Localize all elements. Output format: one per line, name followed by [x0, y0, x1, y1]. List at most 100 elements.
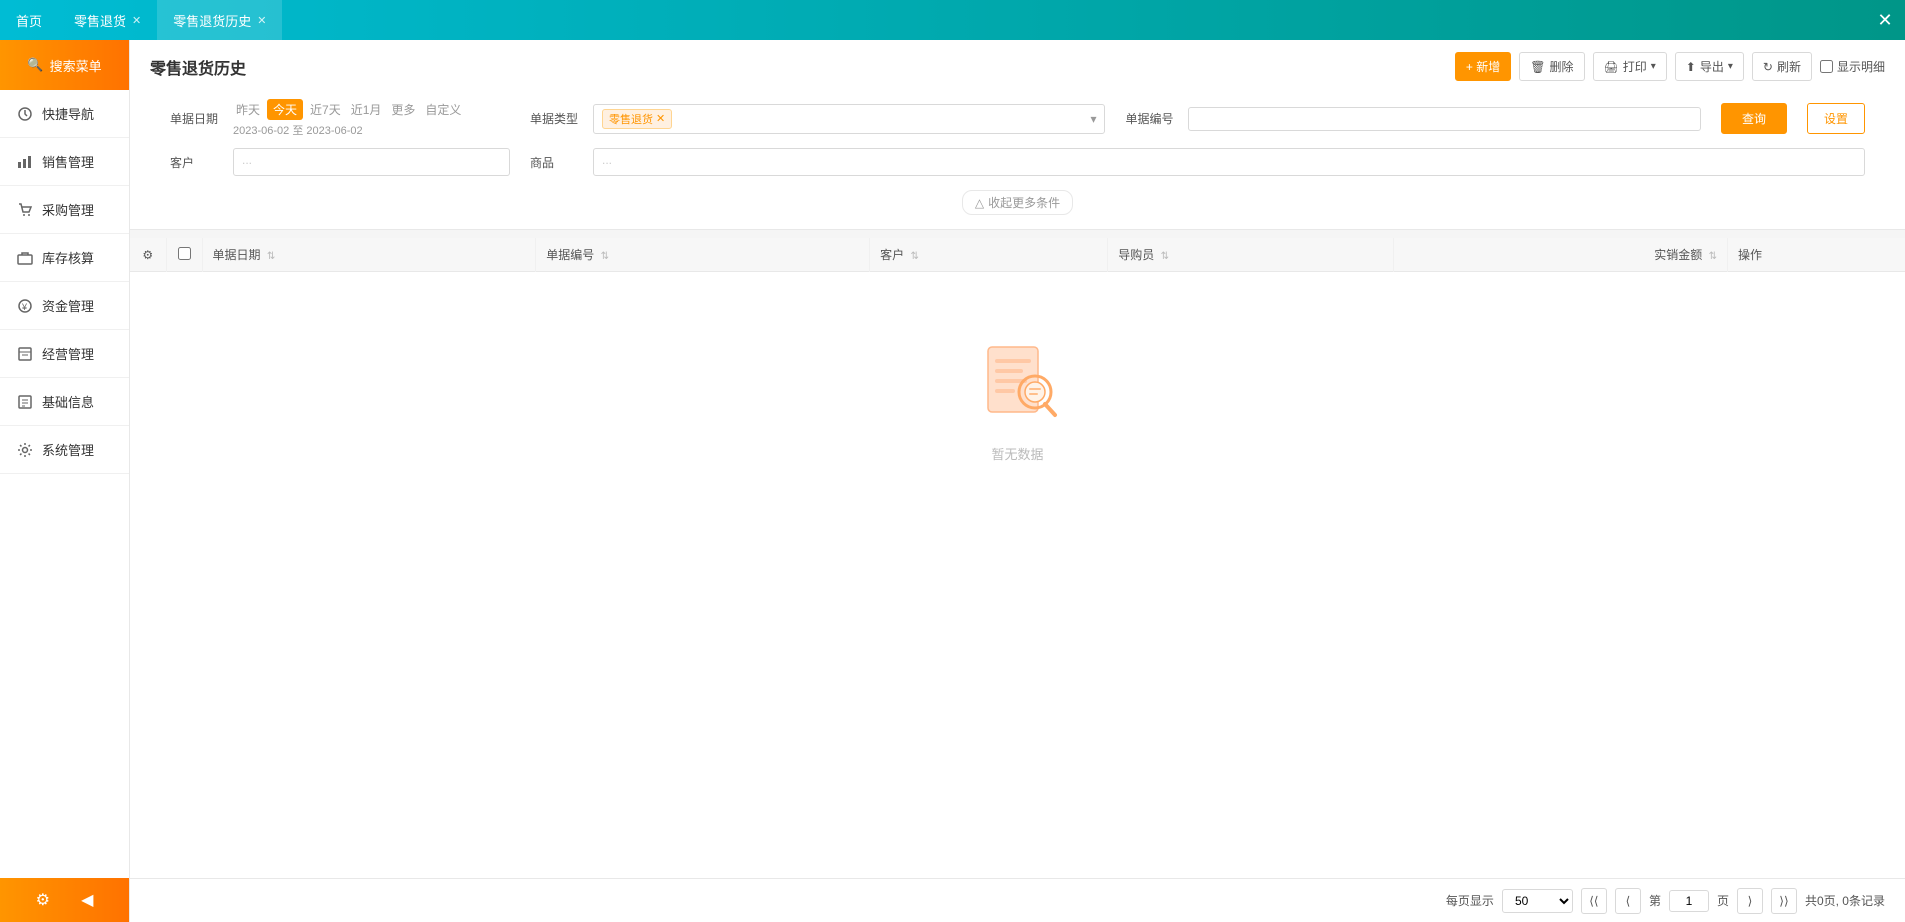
operations-icon: [16, 345, 34, 363]
show-detail-label: 显示明细: [1837, 58, 1885, 75]
page-size-select[interactable]: 50 10 20 100: [1502, 889, 1573, 913]
filter-doc-no: 单据编号: [1125, 107, 1700, 131]
last-page-button[interactable]: ⟩⟩: [1771, 888, 1797, 914]
sidebar-item-inventory-label: 库存核算: [42, 248, 94, 267]
th-doc-no-label: 单据编号: [546, 248, 594, 262]
basic-info-icon: [16, 393, 34, 411]
settings-button[interactable]: 设置: [1807, 103, 1865, 134]
th-action-label: 操作: [1738, 248, 1762, 262]
customer-label: 客户: [170, 154, 225, 171]
collapse-button[interactable]: △ 收起更多条件: [962, 190, 1073, 215]
show-detail-checkbox[interactable]: 显示明细: [1820, 58, 1885, 75]
th-doc-no[interactable]: 单据编号 ⇅: [536, 238, 870, 272]
collapse-sidebar-icon[interactable]: ◀: [81, 890, 93, 910]
query-button[interactable]: 查询: [1721, 103, 1787, 134]
sidebar-item-operations-label: 经营管理: [42, 344, 94, 363]
svg-text:¥: ¥: [21, 302, 28, 312]
sidebar-search[interactable]: 🔍 搜索菜单: [0, 40, 129, 90]
date-shortcut-custom[interactable]: 自定义: [422, 99, 464, 120]
th-date-label: 单据日期: [213, 248, 261, 262]
system-icon: [16, 441, 34, 459]
filter-row-1: 单据日期 昨天 今天 近7天 近1月 更多 自定义 2023-06-02 至 2…: [170, 99, 1865, 138]
page-header: 零售退货历史 + 新增 🗑 删除 🖨 打印 ▾ ⬆: [130, 40, 1905, 230]
tab-home[interactable]: 首页: [0, 0, 58, 40]
th-action: 操作: [1728, 238, 1905, 272]
filter-customer: 客户 ...: [170, 148, 510, 176]
print-button[interactable]: 🖨 打印 ▾: [1593, 52, 1667, 81]
date-shortcut-yesterday[interactable]: 昨天: [233, 99, 263, 120]
query-button-label: 查询: [1742, 110, 1766, 127]
doc-type-tag-close[interactable]: ✕: [656, 112, 665, 125]
settings-gear-icon[interactable]: ⚙: [36, 890, 50, 910]
date-shortcut-last1m[interactable]: 近1月: [348, 99, 385, 120]
th-amount[interactable]: 实销金额 ⇅: [1394, 238, 1728, 272]
top-tabs: 首页 零售退货 ✕ 零售退货历史 ✕: [0, 0, 1865, 40]
sidebar-item-purchase-label: 采购管理: [42, 200, 94, 219]
export-button-label: 导出: [1700, 58, 1724, 75]
th-guide-sort-icon: ⇅: [1161, 251, 1169, 262]
next-page-button[interactable]: ⟩: [1737, 888, 1763, 914]
delete-button[interactable]: 🗑 删除: [1519, 52, 1584, 81]
empty-state: 暂无数据: [130, 272, 1905, 523]
th-settings[interactable]: ⚙: [130, 238, 166, 272]
goods-placeholder: ...: [602, 153, 612, 167]
filter-row-2: 客户 ... 商品 ...: [170, 148, 1865, 176]
show-detail-input[interactable]: [1820, 60, 1833, 73]
delete-icon: 🗑: [1530, 60, 1545, 74]
tab-retail-return-close[interactable]: ✕: [132, 14, 141, 27]
collapse-button-label: 收起更多条件: [988, 194, 1060, 211]
date-shortcut-last7[interactable]: 近7天: [307, 99, 344, 120]
tab-retail-return-history-label: 零售退货历史: [173, 11, 251, 30]
tab-retail-return-history[interactable]: 零售退货历史 ✕: [157, 0, 282, 40]
top-bar: 首页 零售退货 ✕ 零售退货历史 ✕ ✕: [0, 0, 1905, 40]
filter-area: 单据日期 昨天 今天 近7天 近1月 更多 自定义 2023-06-02 至 2…: [150, 89, 1885, 229]
doc-no-label: 单据编号: [1125, 110, 1180, 127]
doc-type-select[interactable]: 零售退货 ✕ ▾: [593, 104, 1105, 134]
th-checkbox[interactable]: [166, 238, 202, 272]
goods-input[interactable]: ...: [593, 148, 1865, 176]
th-customer[interactable]: 客户 ⇅: [870, 238, 1108, 272]
sidebar-item-purchase[interactable]: 采购管理: [0, 186, 129, 234]
date-filter-label: 单据日期: [170, 110, 225, 127]
date-shortcut-more[interactable]: 更多: [388, 99, 418, 120]
sidebar-item-system[interactable]: 系统管理: [0, 426, 129, 474]
column-settings-icon[interactable]: ⚙: [142, 248, 153, 262]
inventory-icon: [16, 249, 34, 267]
sales-icon: [16, 153, 34, 171]
sidebar-item-sales[interactable]: 销售管理: [0, 138, 129, 186]
customer-input[interactable]: ...: [233, 148, 510, 176]
print-button-label: 打印: [1623, 58, 1647, 75]
th-customer-sort-icon: ⇅: [910, 251, 918, 262]
doc-no-input[interactable]: [1188, 107, 1700, 131]
sidebar-item-operations[interactable]: 经营管理: [0, 330, 129, 378]
date-shortcut-today[interactable]: 今天: [267, 99, 303, 120]
th-guide[interactable]: 导购员 ⇅: [1108, 238, 1394, 272]
sidebar-item-finance[interactable]: ¥ 资金管理: [0, 282, 129, 330]
sidebar-item-inventory[interactable]: 库存核算: [0, 234, 129, 282]
page-number-input[interactable]: [1669, 890, 1709, 912]
date-shortcuts: 昨天 今天 近7天 近1月 更多 自定义: [233, 99, 464, 120]
prev-page-button[interactable]: ⟨: [1615, 888, 1641, 914]
data-table: ⚙ 单据日期 ⇅ 单据编号 ⇅: [130, 238, 1905, 272]
window-close-button[interactable]: ✕: [1865, 0, 1905, 40]
sidebar-item-basic-info[interactable]: 基础信息: [0, 378, 129, 426]
tab-retail-return-history-close[interactable]: ✕: [257, 14, 266, 27]
th-guide-label: 导购员: [1118, 248, 1154, 262]
new-button[interactable]: + 新增: [1455, 52, 1511, 81]
goods-label: 商品: [530, 154, 585, 171]
first-page-button[interactable]: ⟨⟨: [1581, 888, 1607, 914]
sidebar-item-system-label: 系统管理: [42, 440, 94, 459]
table-area: ⚙ 单据日期 ⇅ 单据编号 ⇅: [130, 238, 1905, 922]
sidebar-item-quick-nav[interactable]: 快捷导航: [0, 90, 129, 138]
print-icon: 🖨: [1604, 60, 1619, 74]
select-all-checkbox[interactable]: [178, 247, 191, 260]
doc-type-chevron-icon: ▾: [1090, 112, 1096, 126]
th-date[interactable]: 单据日期 ⇅: [202, 238, 536, 272]
sidebar-bottom: ⚙ ◀: [0, 878, 129, 922]
empty-illustration: [968, 332, 1068, 432]
table-header-row: ⚙ 单据日期 ⇅ 单据编号 ⇅: [130, 238, 1905, 272]
refresh-button[interactable]: ↻ 刷新: [1752, 52, 1812, 81]
export-button[interactable]: ⬆ 导出 ▾: [1675, 52, 1744, 81]
tab-retail-return[interactable]: 零售退货 ✕: [58, 0, 157, 40]
content-area: 零售退货历史 + 新增 🗑 删除 🖨 打印 ▾ ⬆: [130, 40, 1905, 922]
